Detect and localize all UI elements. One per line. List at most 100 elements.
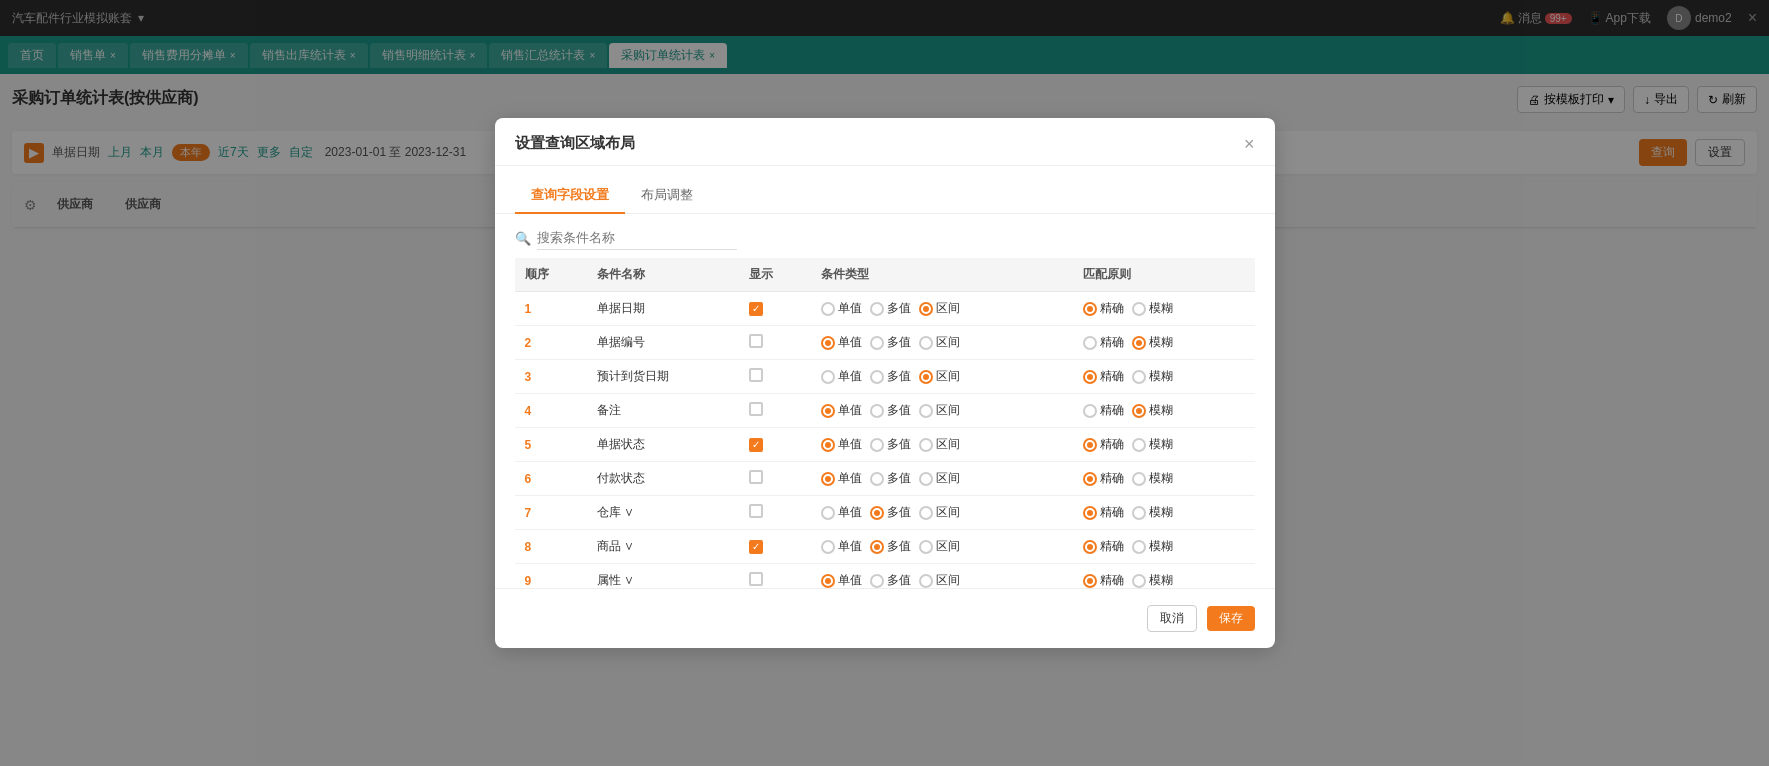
type-multi-option[interactable]: 多值 bbox=[870, 436, 911, 453]
type-multi-radio[interactable] bbox=[870, 336, 884, 350]
match-exact-radio[interactable] bbox=[1083, 336, 1097, 350]
type-range-option[interactable]: 区间 bbox=[919, 572, 960, 588]
type-range-option[interactable]: 区间 bbox=[919, 334, 960, 351]
dialog-close-button[interactable]: × bbox=[1244, 135, 1255, 153]
match-exact-option[interactable]: 精确 bbox=[1083, 436, 1124, 453]
display-checkbox[interactable] bbox=[749, 302, 763, 316]
match-fuzzy-option[interactable]: 模糊 bbox=[1132, 572, 1173, 588]
type-single-option[interactable]: 单值 bbox=[821, 470, 862, 487]
row-display[interactable] bbox=[739, 394, 812, 428]
type-single-radio[interactable] bbox=[821, 404, 835, 418]
dialog-tab-fields[interactable]: 查询字段设置 bbox=[515, 178, 625, 214]
match-fuzzy-option[interactable]: 模糊 bbox=[1132, 538, 1173, 555]
type-range-option[interactable]: 区间 bbox=[919, 538, 960, 555]
type-multi-radio[interactable] bbox=[870, 540, 884, 554]
type-range-option[interactable]: 区间 bbox=[919, 368, 960, 385]
type-single-option[interactable]: 单值 bbox=[821, 334, 862, 351]
match-exact-option[interactable]: 精确 bbox=[1083, 470, 1124, 487]
type-multi-option[interactable]: 多值 bbox=[870, 470, 911, 487]
row-display[interactable] bbox=[739, 462, 812, 496]
type-single-radio[interactable] bbox=[821, 506, 835, 520]
type-range-radio[interactable] bbox=[919, 472, 933, 486]
match-exact-option[interactable]: 精确 bbox=[1083, 504, 1124, 521]
type-multi-option[interactable]: 多值 bbox=[870, 504, 911, 521]
match-exact-radio[interactable] bbox=[1083, 506, 1097, 520]
type-range-radio[interactable] bbox=[919, 370, 933, 384]
row-display[interactable] bbox=[739, 428, 812, 462]
match-exact-radio[interactable] bbox=[1083, 404, 1097, 418]
type-multi-radio[interactable] bbox=[870, 404, 884, 418]
type-range-radio[interactable] bbox=[919, 438, 933, 452]
type-multi-option[interactable]: 多值 bbox=[870, 334, 911, 351]
match-fuzzy-option[interactable]: 模糊 bbox=[1132, 504, 1173, 521]
display-checkbox[interactable] bbox=[749, 470, 763, 484]
match-exact-radio[interactable] bbox=[1083, 472, 1097, 486]
type-multi-radio[interactable] bbox=[870, 574, 884, 588]
display-checkbox[interactable] bbox=[749, 540, 763, 554]
match-exact-option[interactable]: 精确 bbox=[1083, 368, 1124, 385]
match-exact-radio[interactable] bbox=[1083, 574, 1097, 588]
type-single-option[interactable]: 单值 bbox=[821, 402, 862, 419]
match-exact-option[interactable]: 精确 bbox=[1083, 538, 1124, 555]
type-multi-option[interactable]: 多值 bbox=[870, 572, 911, 588]
row-display[interactable] bbox=[739, 564, 812, 589]
match-fuzzy-option[interactable]: 模糊 bbox=[1132, 402, 1173, 419]
match-fuzzy-radio[interactable] bbox=[1132, 574, 1146, 588]
type-multi-option[interactable]: 多值 bbox=[870, 402, 911, 419]
type-multi-radio[interactable] bbox=[870, 302, 884, 316]
type-range-radio[interactable] bbox=[919, 574, 933, 588]
type-range-radio[interactable] bbox=[919, 336, 933, 350]
match-fuzzy-radio[interactable] bbox=[1132, 370, 1146, 384]
match-fuzzy-option[interactable]: 模糊 bbox=[1132, 334, 1173, 351]
type-range-option[interactable]: 区间 bbox=[919, 470, 960, 487]
match-exact-option[interactable]: 精确 bbox=[1083, 402, 1124, 419]
type-range-radio[interactable] bbox=[919, 540, 933, 554]
type-single-option[interactable]: 单值 bbox=[821, 368, 862, 385]
match-exact-radio[interactable] bbox=[1083, 370, 1097, 384]
type-multi-option[interactable]: 多值 bbox=[870, 538, 911, 555]
match-exact-option[interactable]: 精确 bbox=[1083, 300, 1124, 317]
save-button[interactable]: 保存 bbox=[1207, 606, 1255, 631]
type-range-option[interactable]: 区间 bbox=[919, 436, 960, 453]
type-multi-radio[interactable] bbox=[870, 472, 884, 486]
match-fuzzy-radio[interactable] bbox=[1132, 336, 1146, 350]
type-range-radio[interactable] bbox=[919, 302, 933, 316]
match-exact-radio[interactable] bbox=[1083, 540, 1097, 554]
type-single-option[interactable]: 单值 bbox=[821, 538, 862, 555]
type-range-option[interactable]: 区间 bbox=[919, 504, 960, 521]
type-multi-option[interactable]: 多值 bbox=[870, 368, 911, 385]
table-scroll-area[interactable]: 顺序 条件名称 显示 条件类型 匹配原则 1单据日期 单值 多值 bbox=[515, 258, 1255, 588]
type-range-option[interactable]: 区间 bbox=[919, 300, 960, 317]
type-single-radio[interactable] bbox=[821, 574, 835, 588]
type-single-radio[interactable] bbox=[821, 370, 835, 384]
type-range-radio[interactable] bbox=[919, 506, 933, 520]
type-multi-radio[interactable] bbox=[870, 438, 884, 452]
display-checkbox[interactable] bbox=[749, 572, 763, 586]
row-display[interactable] bbox=[739, 496, 812, 530]
display-checkbox[interactable] bbox=[749, 504, 763, 518]
type-single-option[interactable]: 单值 bbox=[821, 572, 862, 588]
row-display[interactable] bbox=[739, 292, 812, 326]
type-range-radio[interactable] bbox=[919, 404, 933, 418]
type-single-radio[interactable] bbox=[821, 438, 835, 452]
match-fuzzy-radio[interactable] bbox=[1132, 404, 1146, 418]
match-exact-radio[interactable] bbox=[1083, 438, 1097, 452]
display-checkbox[interactable] bbox=[749, 438, 763, 452]
search-input[interactable] bbox=[537, 226, 737, 250]
type-multi-radio[interactable] bbox=[870, 370, 884, 384]
match-fuzzy-option[interactable]: 模糊 bbox=[1132, 300, 1173, 317]
match-exact-option[interactable]: 精确 bbox=[1083, 572, 1124, 588]
type-multi-option[interactable]: 多值 bbox=[870, 300, 911, 317]
row-display[interactable] bbox=[739, 360, 812, 394]
type-single-radio[interactable] bbox=[821, 302, 835, 316]
row-display[interactable] bbox=[739, 326, 812, 360]
match-exact-radio[interactable] bbox=[1083, 302, 1097, 316]
match-fuzzy-radio[interactable] bbox=[1132, 438, 1146, 452]
match-fuzzy-option[interactable]: 模糊 bbox=[1132, 368, 1173, 385]
match-exact-option[interactable]: 精确 bbox=[1083, 334, 1124, 351]
match-fuzzy-radio[interactable] bbox=[1132, 472, 1146, 486]
dialog-tab-layout[interactable]: 布局调整 bbox=[625, 178, 709, 214]
match-fuzzy-radio[interactable] bbox=[1132, 506, 1146, 520]
match-fuzzy-option[interactable]: 模糊 bbox=[1132, 436, 1173, 453]
match-fuzzy-radio[interactable] bbox=[1132, 302, 1146, 316]
